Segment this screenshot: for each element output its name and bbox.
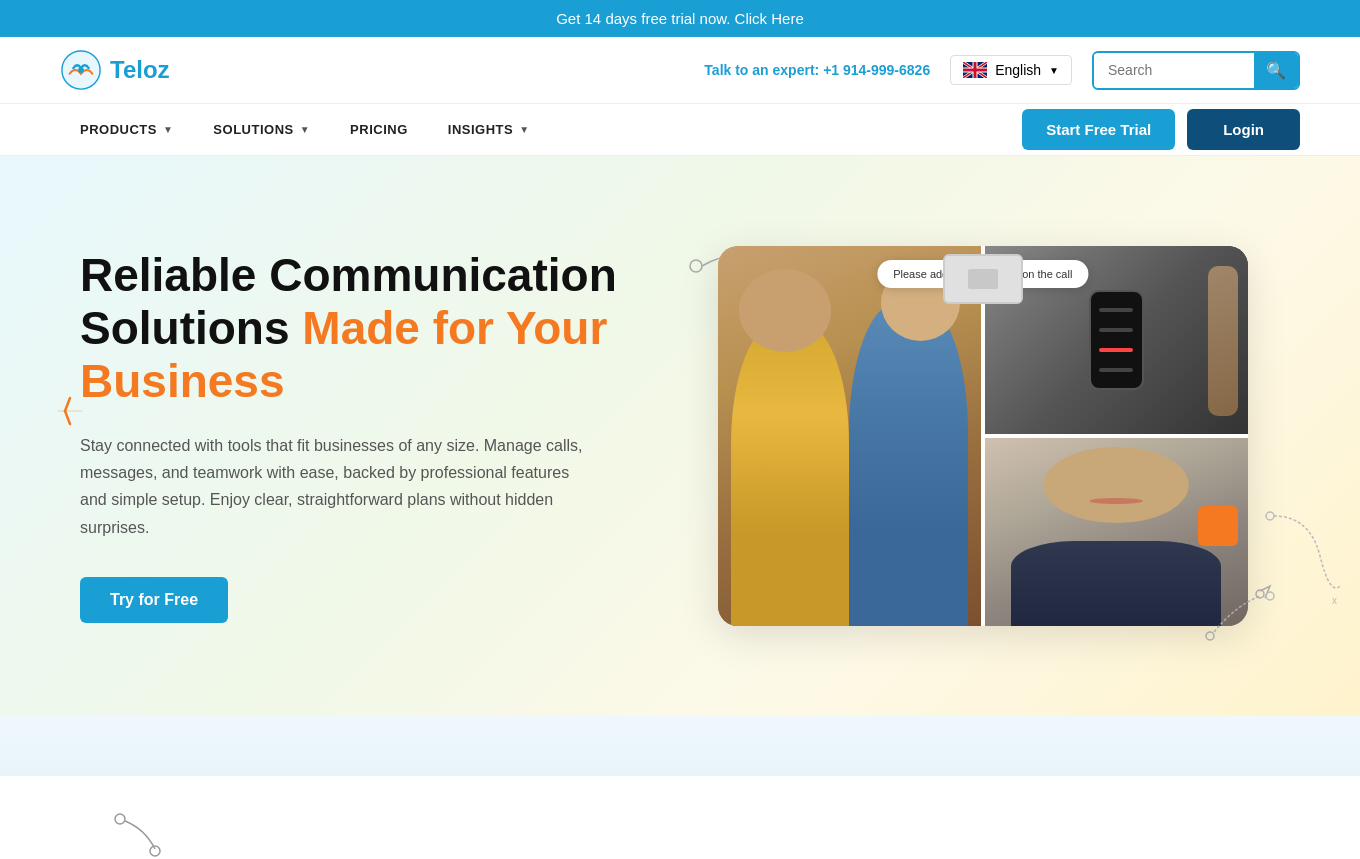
nav-items: PRODUCTS ▼ SOLUTIONS ▼ PRICING INSIGHTS … bbox=[60, 104, 1022, 155]
deco-lines-right: x bbox=[1260, 506, 1360, 606]
orange-decoration bbox=[1198, 506, 1238, 546]
hero-title-line1: Reliable Communication bbox=[80, 249, 617, 301]
svg-text:x: x bbox=[1332, 595, 1337, 606]
hero-title-orange: Made for Your bbox=[302, 302, 607, 354]
search-button[interactable]: 🔍 bbox=[1254, 53, 1298, 88]
search-bar: 🔍 bbox=[1092, 51, 1300, 90]
contact-phone[interactable]: +1 914-999-6826 bbox=[823, 62, 930, 78]
hero-content: Reliable Communication Solutions Made fo… bbox=[80, 249, 666, 622]
hero-title-line2: Solutions bbox=[80, 302, 302, 354]
search-input[interactable] bbox=[1094, 54, 1254, 86]
image-collage: Please add Jack while we on the call bbox=[718, 246, 1248, 626]
svg-point-12 bbox=[1266, 592, 1274, 600]
header-contact: Talk to an expert: +1 914-999-6826 bbox=[704, 62, 930, 78]
search-icon: 🔍 bbox=[1266, 62, 1286, 79]
header: Teloz Talk to an expert: +1 914-999-6826… bbox=[0, 37, 1360, 104]
svg-point-1 bbox=[78, 67, 84, 73]
uk-flag-icon bbox=[963, 62, 987, 78]
logo[interactable]: Teloz bbox=[60, 49, 170, 91]
logo-icon bbox=[60, 49, 102, 91]
nav-pricing-label: PRICING bbox=[350, 122, 408, 137]
nav-solutions-label: SOLUTIONS bbox=[213, 122, 293, 137]
svg-point-6 bbox=[690, 260, 702, 272]
svg-line-4 bbox=[65, 411, 70, 424]
hero-section: Reliable Communication Solutions Made fo… bbox=[0, 156, 1360, 716]
nav-insights[interactable]: INSIGHTS ▼ bbox=[428, 104, 550, 155]
products-chevron-icon: ▼ bbox=[163, 124, 173, 135]
nav-products[interactable]: PRODUCTS ▼ bbox=[60, 104, 193, 155]
svg-point-8 bbox=[1206, 632, 1214, 640]
svg-line-3 bbox=[65, 398, 70, 411]
nav-solutions[interactable]: SOLUTIONS ▼ bbox=[193, 104, 330, 155]
hero-image-area: Please add Jack while we on the call bbox=[666, 246, 1300, 626]
svg-point-10 bbox=[1266, 512, 1274, 520]
nav-pricing[interactable]: PRICING bbox=[330, 104, 428, 155]
language-selector[interactable]: English ▼ bbox=[950, 55, 1072, 85]
logo-text: Teloz bbox=[110, 56, 170, 84]
photo-women-talking bbox=[718, 246, 981, 626]
hero-title-line3: Business bbox=[80, 355, 285, 407]
bottom-section-hint bbox=[0, 716, 1360, 776]
contact-label: Talk to an expert: bbox=[704, 62, 819, 78]
screen-mock bbox=[943, 254, 1023, 304]
insights-chevron-icon: ▼ bbox=[519, 124, 529, 135]
language-label: English bbox=[995, 62, 1041, 78]
nav-cta: Start Free Trial Login bbox=[1022, 109, 1300, 150]
hero-description: Stay connected with tools that fit busin… bbox=[80, 432, 600, 541]
nav-insights-label: INSIGHTS bbox=[448, 122, 513, 137]
top-banner[interactable]: Get 14 days free trial now. Click Here bbox=[0, 0, 1360, 37]
start-free-trial-button[interactable]: Start Free Trial bbox=[1022, 109, 1175, 150]
language-chevron-icon: ▼ bbox=[1049, 65, 1059, 76]
navbar: PRODUCTS ▼ SOLUTIONS ▼ PRICING INSIGHTS … bbox=[0, 104, 1360, 156]
hero-title: Reliable Communication Solutions Made fo… bbox=[80, 249, 666, 408]
nav-products-label: PRODUCTS bbox=[80, 122, 157, 137]
solutions-chevron-icon: ▼ bbox=[300, 124, 310, 135]
try-for-free-button[interactable]: Try for Free bbox=[80, 577, 228, 623]
login-button[interactable]: Login bbox=[1187, 109, 1300, 150]
